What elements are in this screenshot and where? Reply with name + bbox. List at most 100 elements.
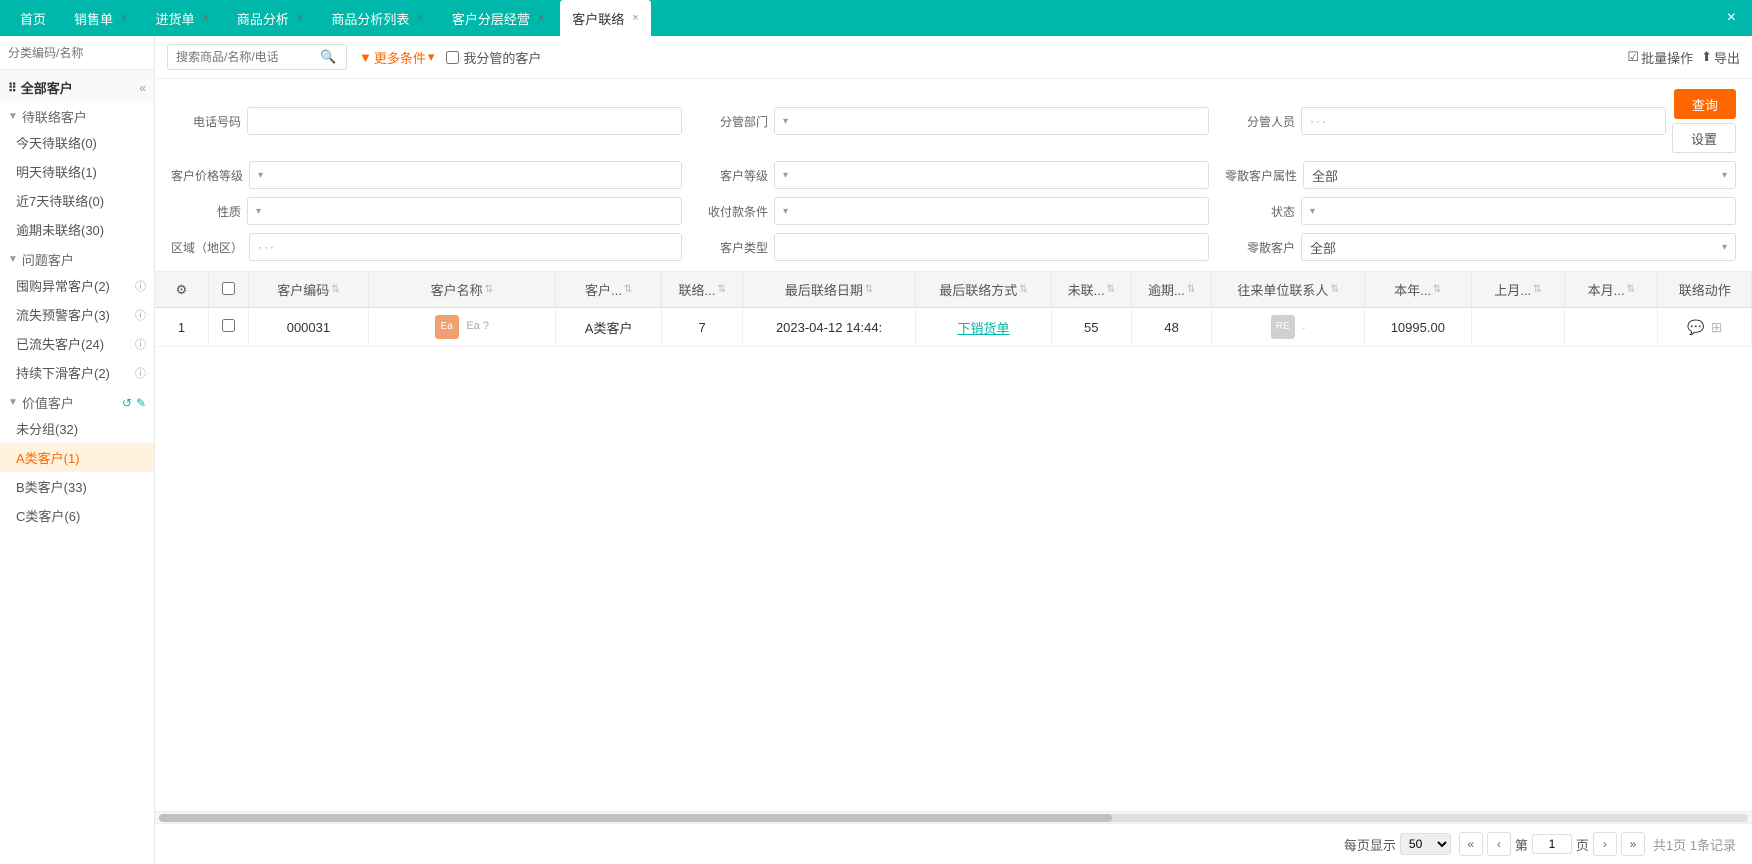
sidebar-item-today-pending[interactable]: 今天待联络(0) xyxy=(0,128,154,157)
filter-input-status[interactable]: ▾ xyxy=(1301,197,1736,225)
refresh-icon[interactable]: ↺ xyxy=(122,396,132,410)
sidebar-item-tomorrow-pending[interactable]: 明天待联络(1) xyxy=(0,157,154,186)
main-layout: 🔍 ⠿ 全部客户 « ▼ 待联络客户 今天待联络(0) 明天待联络(1) 近7天… xyxy=(0,36,1752,864)
col-header-last-date[interactable]: 最后联络日期 ⇅ xyxy=(742,272,915,308)
top-navigation: 首页 销售单 × 进货单 × 商品分析 × 商品分析列表 × 客户分层经营 × … xyxy=(0,0,1752,36)
sidebar-item-week-pending[interactable]: 近7天待联络(0) xyxy=(0,186,154,215)
search-input[interactable] xyxy=(176,50,316,64)
filter-input-retail[interactable]: 全部 ▾ xyxy=(1301,233,1736,261)
horizontal-scrollbar[interactable] xyxy=(155,811,1752,823)
export-label: 导出 xyxy=(1714,48,1740,67)
page-size-select[interactable]: 10 20 50 100 xyxy=(1400,833,1451,855)
sidebar-item-declining[interactable]: 持续下滑客户(2) ⓘ xyxy=(0,358,154,387)
sort-icon-last-date: ⇅ xyxy=(865,284,873,295)
info-icon-hoard: ⓘ xyxy=(135,278,146,294)
row-this-year: 10995.00 xyxy=(1364,308,1471,347)
nav-item-purchase[interactable]: 进货单 × xyxy=(143,0,220,36)
query-button[interactable]: 查询 xyxy=(1674,89,1736,119)
nav-item-product-analysis-list[interactable]: 商品分析列表 × xyxy=(319,0,435,36)
filter-input-nature[interactable]: ▾ xyxy=(247,197,682,225)
col-header-last-month[interactable]: 上月... ⇅ xyxy=(1471,272,1564,308)
edit-icon[interactable]: ✎ xyxy=(136,396,146,410)
close-sales-tab[interactable]: × xyxy=(121,12,127,24)
sidebar-group-problems[interactable]: ▼ 问题客户 xyxy=(0,244,154,271)
col-header-last-method[interactable]: 最后联络方式 ⇅ xyxy=(916,272,1051,308)
filter-input-customer-level[interactable]: ▾ xyxy=(774,161,1209,189)
sidebar-item-churned[interactable]: 已流失客户(24) ⓘ xyxy=(0,329,154,358)
sidebar-item-hoard-abnormal[interactable]: 囤购异常客户(2) ⓘ xyxy=(0,271,154,300)
filter-input-retail-attr[interactable]: 全部 ▾ xyxy=(1303,161,1736,189)
batch-operation-button[interactable]: ☑ 批量操作 xyxy=(1627,48,1693,67)
nav-item-customer-segment[interactable]: 客户分层经营 × xyxy=(440,0,556,36)
export-button[interactable]: ⬆ 导出 xyxy=(1701,48,1740,67)
first-page-button[interactable]: « xyxy=(1459,832,1483,856)
close-product-analysis-tab[interactable]: × xyxy=(297,12,303,24)
page-number-input[interactable] xyxy=(1532,834,1572,854)
sidebar-group-pending[interactable]: ▼ 待联络客户 xyxy=(0,101,154,128)
sidebar-item-churn-warning[interactable]: 流失预警客户(3) ⓘ xyxy=(0,300,154,329)
sidebar-collapse-button[interactable]: « xyxy=(139,81,146,95)
sidebar-item-ungrouped[interactable]: 未分组(32) xyxy=(0,414,154,443)
sort-icon-unit-contacts: ⇅ xyxy=(1330,284,1338,295)
select-all-checkbox[interactable] xyxy=(222,282,235,295)
sidebar-item-class-c[interactable]: C类客户(6) xyxy=(0,501,154,530)
nav-label-customer-contact: 客户联络 xyxy=(572,9,624,28)
col-header-checkbox[interactable] xyxy=(208,272,248,308)
sidebar-item-overdue-pending[interactable]: 逾期未联络(30) xyxy=(0,215,154,244)
my-customers-checkbox[interactable] xyxy=(446,51,459,64)
arrow-down-icon-price: ▾ xyxy=(258,170,263,181)
filter-input-price-level[interactable]: ▾ xyxy=(249,161,682,189)
settings-button[interactable]: 设置 xyxy=(1672,123,1736,153)
col-header-no-contact[interactable]: 未联... ⇅ xyxy=(1051,272,1131,308)
scrollbar-thumb[interactable] xyxy=(159,814,1112,822)
col-header-code[interactable]: 客户编码 ⇅ xyxy=(248,272,368,308)
close-product-analysis-list-tab[interactable]: × xyxy=(417,12,423,24)
total-records-info: 共1页 1条记录 xyxy=(1653,835,1736,854)
col-header-contacts[interactable]: 联络... ⇅ xyxy=(662,272,742,308)
close-purchase-tab[interactable]: × xyxy=(202,12,208,24)
arrow-down-icon-level: ▾ xyxy=(783,170,788,181)
filter-input-dept[interactable]: ▾ xyxy=(774,107,1209,135)
filter-input-payment[interactable]: ▾ xyxy=(774,197,1209,225)
filter-row-status: 状态 ▾ xyxy=(1225,197,1736,225)
chat-action-icon[interactable]: 💬 xyxy=(1687,319,1704,336)
filter-input-phone[interactable] xyxy=(247,107,682,135)
row-last-method[interactable]: 下销货单 xyxy=(916,308,1051,347)
close-customer-contact-tab[interactable]: × xyxy=(632,12,638,24)
nav-item-home[interactable]: 首页 xyxy=(8,0,58,36)
nav-item-customer-contact[interactable]: 客户联络 × xyxy=(560,0,650,36)
arrow-down-icon-retail-attr: ▾ xyxy=(1722,170,1727,181)
row-overdue: 48 xyxy=(1131,308,1211,347)
sidebar-search-input[interactable] xyxy=(8,46,155,60)
gear-icon[interactable]: ⚙ xyxy=(176,282,188,297)
more-conditions-button[interactable]: ▼ 更多条件 ▾ xyxy=(359,48,434,67)
col-header-unit-contacts[interactable]: 往来单位联系人 ⇅ xyxy=(1212,272,1365,308)
filter-input-manager[interactable]: ··· xyxy=(1301,107,1666,135)
window-close-button[interactable]: × xyxy=(1719,9,1744,27)
last-method-link[interactable]: 下销货单 xyxy=(957,321,1009,336)
row-checkbox[interactable] xyxy=(222,319,235,332)
arrow-down-icon-status: ▾ xyxy=(1310,206,1315,217)
row-level: A类客户 xyxy=(555,308,662,347)
col-header-gear[interactable]: ⚙ xyxy=(155,272,208,308)
qrcode-action-icon[interactable]: ⊞ xyxy=(1711,319,1723,336)
sidebar-group-value[interactable]: ▼ 价值客户 ↺ ✎ xyxy=(0,387,154,414)
prev-page-button[interactable]: ‹ xyxy=(1487,832,1511,856)
filter-row-payment: 收付款条件 ▾ xyxy=(698,197,1209,225)
close-customer-segment-tab[interactable]: × xyxy=(538,12,544,24)
col-header-level[interactable]: 客户... ⇅ xyxy=(555,272,662,308)
sidebar-item-class-a[interactable]: A类客户(1) xyxy=(0,443,154,472)
col-header-name[interactable]: 客户名称 ⇅ xyxy=(368,272,555,308)
next-page-button[interactable]: › xyxy=(1593,832,1617,856)
filter-input-customer-type[interactable] xyxy=(774,233,1209,261)
col-header-overdue[interactable]: 逾期... ⇅ xyxy=(1131,272,1211,308)
nav-item-product-analysis[interactable]: 商品分析 × xyxy=(225,0,315,36)
nav-item-sales[interactable]: 销售单 × xyxy=(62,0,139,36)
col-header-this-month[interactable]: 本月... ⇅ xyxy=(1565,272,1658,308)
col-header-this-year[interactable]: 本年... ⇅ xyxy=(1364,272,1471,308)
sidebar-item-class-b[interactable]: B类客户(33) xyxy=(0,472,154,501)
last-page-button[interactable]: » xyxy=(1621,832,1645,856)
search-icon[interactable]: 🔍 xyxy=(320,49,336,65)
sidebar-all-customers-label[interactable]: ⠿ 全部客户 xyxy=(8,78,73,97)
filter-input-region[interactable]: ··· xyxy=(249,233,682,261)
